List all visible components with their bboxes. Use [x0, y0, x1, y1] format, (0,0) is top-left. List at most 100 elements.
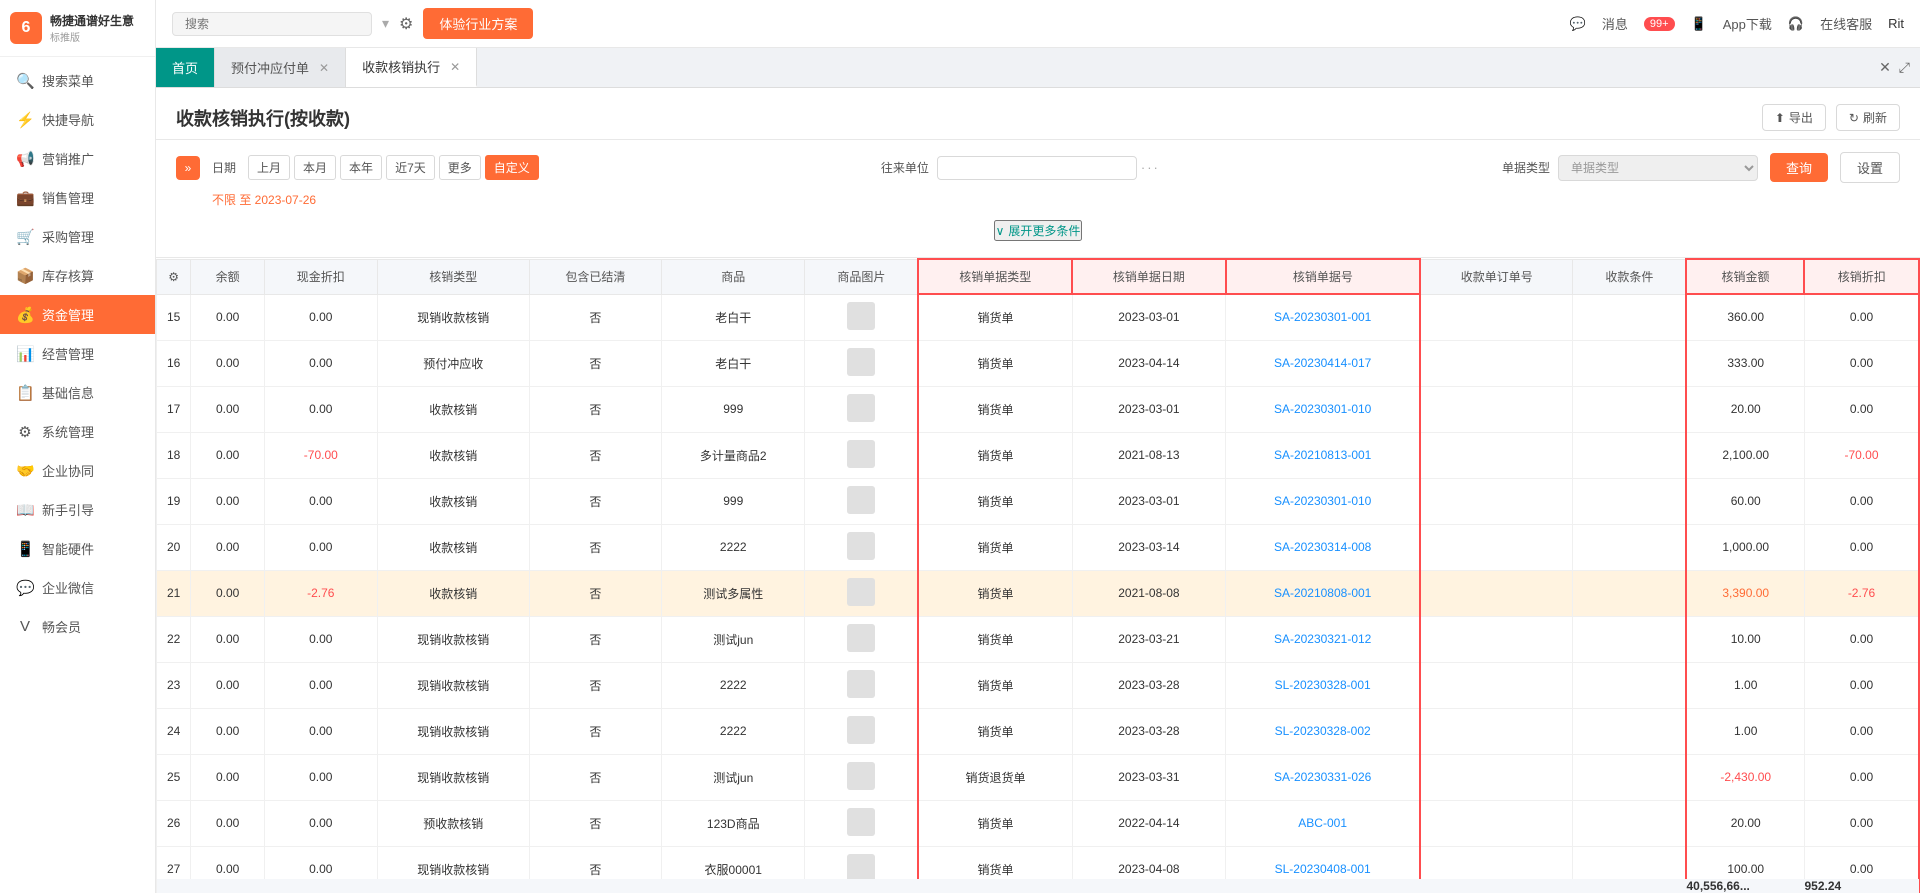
cell-include-settled: 否 [529, 478, 661, 524]
cell-balance: 0.00 [191, 524, 265, 570]
sidebar-icon-5: 📦 [16, 267, 34, 285]
maximize-window-icon[interactable]: ⤢ [1899, 59, 1910, 76]
cell-writeoff-amount: 333.00 [1686, 340, 1804, 386]
cell-balance: 0.00 [191, 616, 265, 662]
sidebar-item-6[interactable]: 💰资金管理 [0, 295, 155, 334]
cell-balance: 0.00 [191, 386, 265, 432]
sidebar-icon-2: 📢 [16, 150, 34, 168]
cell-writeoff-discount: 0.00 [1804, 386, 1919, 432]
cell-balance: 0.00 [191, 662, 265, 708]
close-window-icon[interactable]: ✕ [1879, 59, 1891, 76]
sidebar-item-13[interactable]: 💬企业微信 [0, 568, 155, 607]
cell-goods: 测试多属性 [662, 570, 805, 616]
this-month-btn[interactable]: 本月 [294, 155, 336, 180]
cell-receipt-order [1420, 294, 1573, 340]
sidebar-item-10[interactable]: 🤝企业协同 [0, 451, 155, 490]
sidebar-menu: 🔍搜索菜单⚡快捷导航 📢 营销推广 💼销售管理🛒采购管理📦库存核算💰资金管理📊经营管理… [0, 57, 155, 893]
gear-icon[interactable]: ⚙ [399, 14, 413, 34]
sidebar-item-2[interactable]: 📢 营销推广 [0, 139, 155, 178]
sidebar-icon-0: 🔍 [16, 72, 34, 90]
filter-toggle-icon[interactable]: » [176, 156, 200, 180]
cell-goods: 123D商品 [662, 800, 805, 846]
footer-writeoff-amount: 40,556,66... [1686, 878, 1804, 893]
app-download-icon: 📱 [1691, 16, 1707, 32]
page-content: 收款核销执行(按收款) ⬆ 导出 ↻ 刷新 » 日期 上月 本月 [156, 88, 1920, 893]
cell-cash-discount: 0.00 [264, 340, 377, 386]
cell-id: 25 [157, 754, 191, 800]
this-year-btn[interactable]: 本年 [340, 155, 382, 180]
sidebar-label-12: 智能硬件 [42, 539, 94, 558]
tab-writeoff[interactable]: 收款核销执行 ✕ [346, 48, 477, 87]
cell-bill-date: 2023-03-28 [1072, 662, 1226, 708]
sidebar-icon-8: 📋 [16, 384, 34, 402]
last-month-btn[interactable]: 上月 [248, 155, 290, 180]
close-tab-prepay-icon[interactable]: ✕ [319, 61, 329, 75]
chevron-down-icon: ∨ [996, 224, 1005, 238]
cell-receipt-order [1420, 432, 1573, 478]
export-button[interactable]: ⬆ 导出 [1762, 104, 1826, 131]
app-download-label[interactable]: App下载 [1723, 14, 1772, 33]
sidebar-item-1[interactable]: ⚡快捷导航 [0, 100, 155, 139]
sidebar-item-0[interactable]: 🔍搜索菜单 [0, 61, 155, 100]
th-settings: ⚙ [157, 259, 191, 294]
th-bill-date: 核销单据日期 [1072, 259, 1226, 294]
cell-goods: 测试jun [662, 616, 805, 662]
sidebar-item-4[interactable]: 🛒采购管理 [0, 217, 155, 256]
column-settings-icon[interactable]: ⚙ [168, 270, 179, 284]
filter-row-1: » 日期 上月 本月 本年 近7天 更多 自定义 往来单位 ··· 单据类型 [176, 152, 1900, 183]
cell-receipt-order [1420, 708, 1573, 754]
cell-include-settled: 否 [529, 708, 661, 754]
cell-cash-discount: 0.00 [264, 294, 377, 340]
cell-include-settled: 否 [529, 754, 661, 800]
sidebar-icon-12: 📱 [16, 540, 34, 558]
cell-bill-no: SL-20230328-002 [1226, 708, 1420, 754]
sidebar-item-12[interactable]: 📱 智能硬件 [0, 529, 155, 568]
sidebar-item-8[interactable]: 📋基础信息 [0, 373, 155, 412]
tab-home[interactable]: 首页 [156, 48, 215, 87]
tab-prepay[interactable]: 预付冲应付单 ✕ [215, 48, 346, 87]
last7-btn[interactable]: 近7天 [386, 155, 435, 180]
table-row: 25 0.00 0.00 现销收款核销 否 测试jun 销货退货单 2023-0… [157, 754, 1920, 800]
sidebar-item-14[interactable]: V畅会员 [0, 607, 155, 646]
query-button[interactable]: 查询 [1770, 153, 1828, 182]
cell-bill-date: 2021-08-13 [1072, 432, 1226, 478]
more-btn[interactable]: 更多 [439, 155, 481, 180]
sidebar-item-5[interactable]: 📦库存核算 [0, 256, 155, 295]
cell-writeoff-amount: 20.00 [1686, 800, 1804, 846]
cell-cash-discount: 0.00 [264, 386, 377, 432]
message-label[interactable]: 消息 [1602, 14, 1628, 33]
search-input[interactable] [172, 12, 372, 36]
sidebar-item-7[interactable]: 📊经营管理 [0, 334, 155, 373]
sidebar-logo: 6 畅捷通谱好生意 标推版 [0, 0, 155, 57]
industry-btn[interactable]: 体验行业方案 [423, 8, 533, 39]
cell-balance: 0.00 [191, 570, 265, 616]
message-badge: 99+ [1644, 17, 1675, 31]
bill-type-select[interactable]: 单据类型 [1558, 155, 1758, 181]
cell-cash-discount: 0.00 [264, 708, 377, 754]
cell-receipt-order [1420, 386, 1573, 432]
sidebar-item-11[interactable]: 📖新手引导 [0, 490, 155, 529]
expand-conditions-btn[interactable]: ∨ 展开更多条件 [994, 220, 1083, 241]
cell-goods: 999 [662, 478, 805, 524]
cell-bill-no: SA-20230301-001 [1226, 294, 1420, 340]
setting-button[interactable]: 设置 [1840, 152, 1900, 183]
sidebar-item-9[interactable]: ⚙系统管理 [0, 412, 155, 451]
sidebar-label-13: 企业微信 [42, 578, 94, 597]
logo-badge: 标推版 [50, 29, 134, 44]
sidebar-label-2: 营销推广 [42, 149, 94, 168]
refresh-button[interactable]: ↻ 刷新 [1836, 104, 1900, 131]
date-range-row: 不限 至 2023-07-26 [176, 191, 1900, 208]
custom-btn[interactable]: 自定义 [485, 155, 539, 180]
close-tab-writeoff-icon[interactable]: ✕ [450, 60, 460, 74]
th-writeoff-discount: 核销折扣 [1804, 259, 1919, 294]
sidebar-icon-1: ⚡ [16, 111, 34, 129]
cell-bill-type: 销货单 [918, 294, 1072, 340]
partner-input[interactable] [937, 156, 1137, 180]
user-label[interactable]: Rit [1888, 16, 1904, 31]
online-service-label[interactable]: 在线客服 [1820, 14, 1872, 33]
sidebar-item-3[interactable]: 💼销售管理 [0, 178, 155, 217]
cell-goods-image [805, 662, 919, 708]
logo-text-block: 畅捷通谱好生意 标推版 [50, 12, 134, 44]
cell-id: 21 [157, 570, 191, 616]
cell-bill-type: 销货单 [918, 524, 1072, 570]
